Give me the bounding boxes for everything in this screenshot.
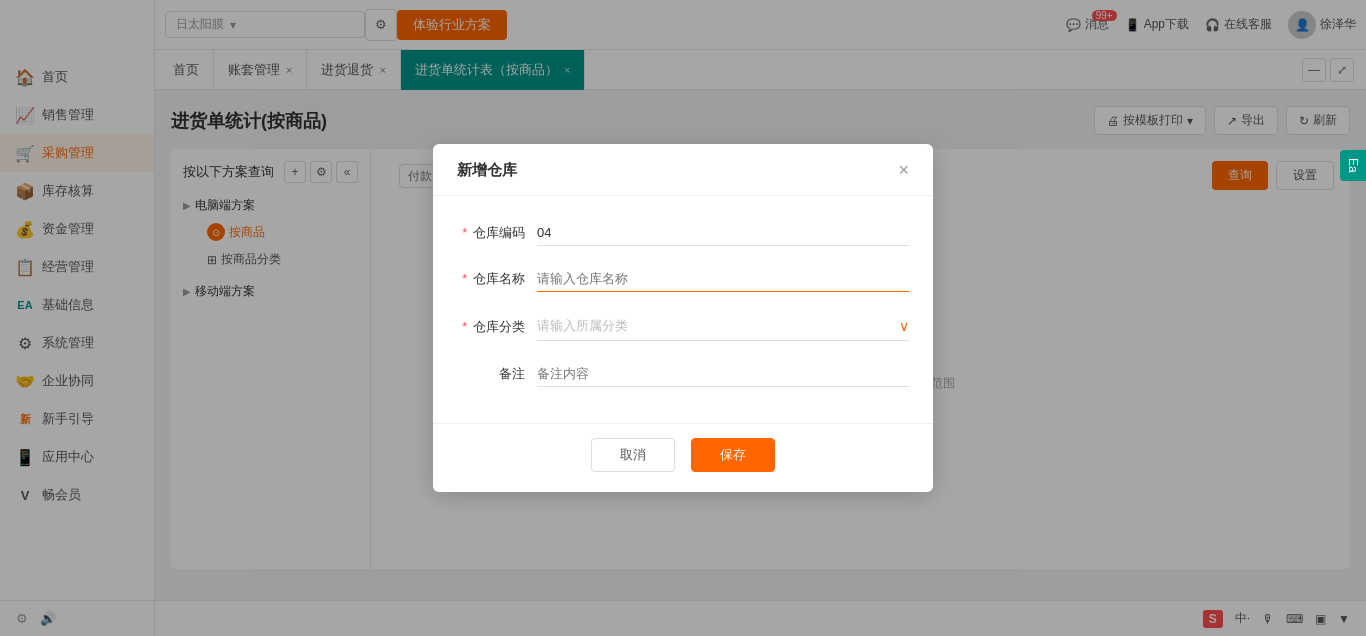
dialog-header: 新增仓库 × [433,144,933,196]
form-row-note: 备注 [457,361,909,387]
save-button[interactable]: 保存 [691,438,775,472]
cancel-button[interactable]: 取消 [591,438,675,472]
form-row-category: * 仓库分类 请输入所属分类 ∨ [457,312,909,341]
category-select[interactable]: 请输入所属分类 ∨ [537,312,909,341]
form-row-code: * 仓库编码 [457,220,909,246]
note-input[interactable] [537,361,909,387]
form-row-name: * 仓库名称 [457,266,909,292]
dialog-close-button[interactable]: × [898,160,909,181]
ea-badge[interactable]: Ea [1340,150,1366,181]
category-label: * 仓库分类 [457,318,537,336]
add-warehouse-dialog: 新增仓库 × * 仓库编码 * 仓库名称 [433,144,933,492]
category-dropdown-icon: ∨ [899,318,909,334]
name-label: * 仓库名称 [457,270,537,288]
dialog-body: * 仓库编码 * 仓库名称 * 仓库分类 请输入所属 [433,196,933,423]
dialog-footer: 取消 保存 [433,423,933,492]
modal-overlay: 新增仓库 × * 仓库编码 * 仓库名称 [0,0,1366,636]
dialog-title: 新增仓库 [457,161,517,180]
code-label: * 仓库编码 [457,224,537,242]
name-input[interactable] [537,266,909,292]
code-input[interactable] [537,220,909,246]
note-label: 备注 [457,365,537,383]
